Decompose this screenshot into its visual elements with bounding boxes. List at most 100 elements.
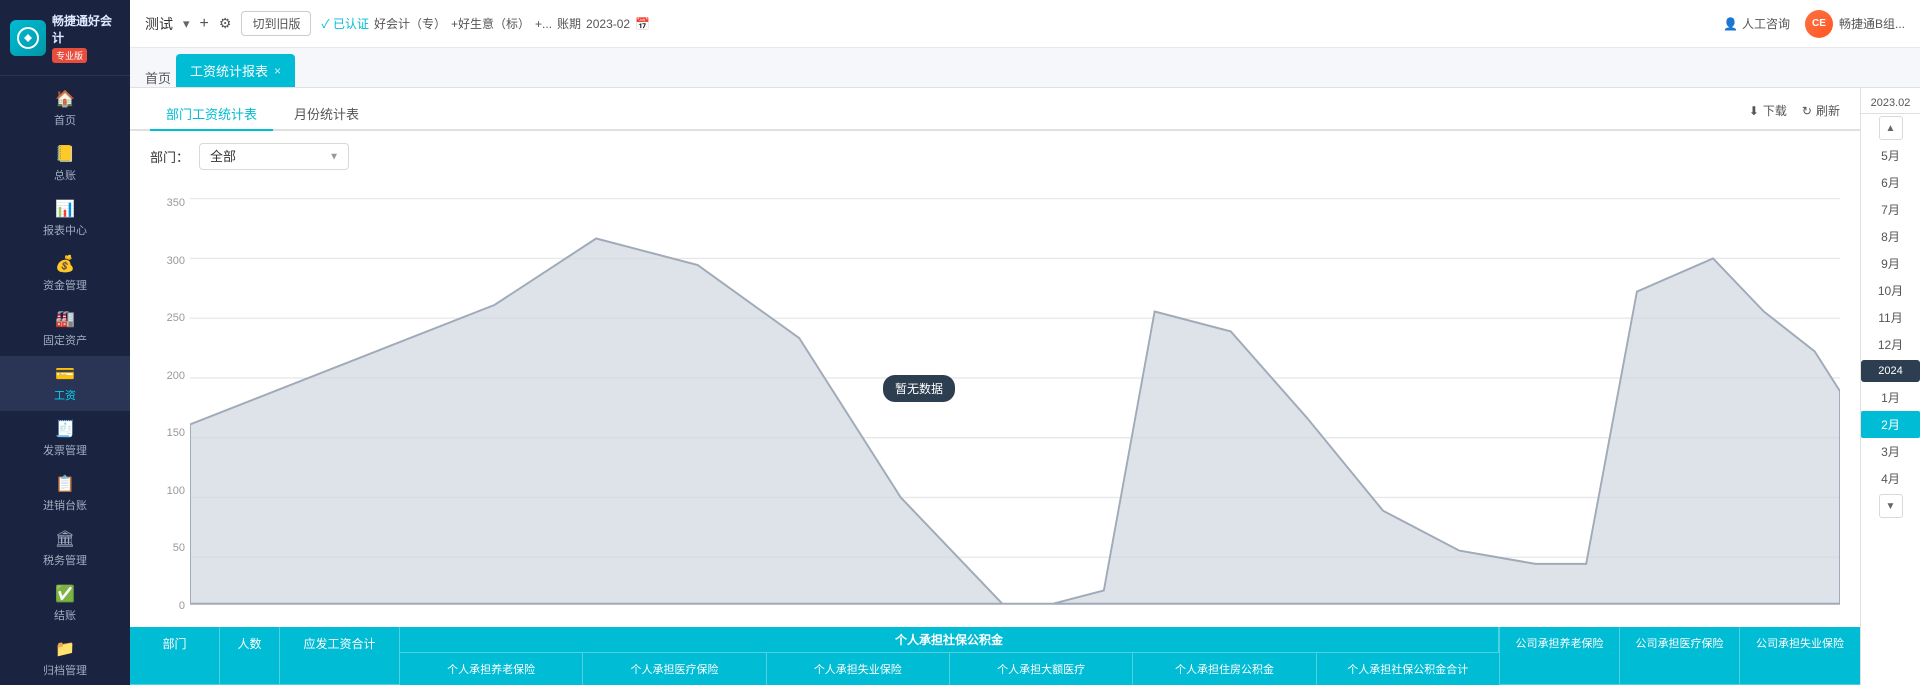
topbar-dropdown[interactable]: ▾ bbox=[183, 16, 190, 32]
add-button[interactable]: + bbox=[200, 15, 209, 33]
sidebar-item-label: 归档管理 bbox=[43, 662, 87, 678]
th-personal-medical: 个人承担医疗保险 bbox=[583, 653, 766, 685]
y-label-100: 100 bbox=[150, 485, 190, 497]
department-select[interactable]: 全部 财务部 销售部 技术部 bbox=[199, 143, 349, 170]
date-item-aug[interactable]: 8月 bbox=[1861, 223, 1920, 250]
biz-tag: +好生意（标） bbox=[451, 15, 530, 32]
ledger-icon: 📒 bbox=[55, 144, 75, 164]
tab-bar: 首页 工资统计报表 × bbox=[130, 48, 1920, 88]
th-personal-major-medical: 个人承担大额医疗 bbox=[950, 653, 1133, 685]
sidebar-item-home[interactable]: 🏠 首页 bbox=[0, 81, 130, 136]
date-item-jun[interactable]: 6月 bbox=[1861, 169, 1920, 196]
y-label-50: 50 bbox=[150, 542, 190, 554]
sidebar: 畅捷通好会计 专业版 🏠 首页 📒 总账 📊 报表中心 💰 资金管理 🏭 固定资… bbox=[0, 0, 130, 685]
add-icon: + bbox=[200, 15, 209, 33]
sidebar-item-tax[interactable]: 🏛 税务管理 bbox=[0, 521, 130, 576]
y-axis: 350 300 250 200 150 100 50 0 bbox=[150, 192, 190, 617]
calendar-icon[interactable]: 📅 bbox=[635, 17, 650, 31]
sidebar-nav: 🏠 首页 📒 总账 📊 报表中心 💰 资金管理 🏭 固定资产 💳 工资 🧾 发票… bbox=[0, 76, 130, 685]
date-panel: 2023.02 ▲ 5月 6月 7月 8月 9月 10月 11月 12月 202… bbox=[1860, 88, 1920, 685]
refresh-button[interactable]: ↻ 刷新 bbox=[1802, 102, 1840, 119]
date-item-oct[interactable]: 10月 bbox=[1861, 277, 1920, 304]
chart-container: 350 300 250 200 150 100 50 0 bbox=[150, 192, 1840, 617]
y-label-300: 300 bbox=[150, 255, 190, 267]
sidebar-item-label: 资金管理 bbox=[43, 277, 87, 293]
sub-tabs: 部门工资统计表 月份统计表 ⬇ 下载 ↻ 刷新 bbox=[130, 88, 1860, 131]
sidebar-item-reports[interactable]: 📊 报表中心 bbox=[0, 191, 130, 246]
date-item-may[interactable]: 5月 bbox=[1861, 142, 1920, 169]
archive-icon: 📁 bbox=[55, 639, 75, 659]
table-header: 部门 人数 应发工资合计 个人承担社保公积金 bbox=[130, 627, 1860, 685]
sidebar-item-label: 工资 bbox=[54, 387, 76, 403]
topbar-right: 👤 人工咨询 CE 畅捷通B组... bbox=[1723, 10, 1905, 38]
th-personal-pension: 个人承担养老保险 bbox=[400, 653, 583, 685]
y-label-250: 250 bbox=[150, 312, 190, 324]
table-header-row: 部门 人数 应发工资合计 个人承担社保公积金 bbox=[130, 627, 1860, 685]
sidebar-item-sales[interactable]: 📋 进销台账 bbox=[0, 466, 130, 521]
chart-svg-wrapper: 暂无数据 bbox=[190, 192, 1840, 617]
y-label-150: 150 bbox=[150, 427, 190, 439]
topbar-settings-button[interactable]: ⚙ bbox=[219, 15, 232, 32]
topbar-settings-icon: ⚙ bbox=[219, 15, 232, 32]
th-company-medical: 公司承担医疗保险 bbox=[1620, 627, 1740, 685]
sidebar-item-salary[interactable]: 💳 工资 bbox=[0, 356, 130, 411]
service-label: 人工咨询 bbox=[1742, 15, 1790, 32]
th-company-unemployment: 公司承担失业保险 bbox=[1740, 627, 1860, 685]
invoice-icon: 🧾 bbox=[55, 419, 75, 439]
sidebar-item-label: 发票管理 bbox=[43, 442, 87, 458]
reports-icon: 📊 bbox=[55, 199, 75, 219]
date-down-button[interactable]: ▼ bbox=[1879, 494, 1903, 518]
download-icon: ⬇ bbox=[1749, 104, 1759, 118]
tab-department[interactable]: 部门工资统计表 bbox=[150, 98, 273, 131]
sidebar-item-label: 结账 bbox=[54, 607, 76, 623]
date-item-sep[interactable]: 9月 bbox=[1861, 250, 1920, 277]
date-item-dec[interactable]: 12月 bbox=[1861, 331, 1920, 358]
switch-version-button[interactable]: 切到旧版 bbox=[241, 11, 311, 36]
date-item-jul[interactable]: 7月 bbox=[1861, 196, 1920, 223]
sidebar-item-label: 报表中心 bbox=[43, 222, 87, 238]
sidebar-item-funds[interactable]: 💰 资金管理 bbox=[0, 246, 130, 301]
date-item-jan[interactable]: 1月 bbox=[1861, 384, 1920, 411]
app-badge: 专业版 bbox=[52, 48, 87, 63]
th-group-personal: 个人承担社保公积金 个人承担养老保险 个人承担医疗保险 个人承担失业保险 bbox=[400, 627, 1500, 685]
sub-tab-actions: ⬇ 下载 ↻ 刷新 bbox=[1749, 102, 1840, 125]
sidebar-item-assets[interactable]: 🏭 固定资产 bbox=[0, 301, 130, 356]
service-button[interactable]: 👤 人工咨询 bbox=[1723, 15, 1790, 32]
date-item-feb-active[interactable]: 2月 bbox=[1861, 411, 1920, 438]
date-item-mar[interactable]: 3月 bbox=[1861, 438, 1920, 465]
th-personal-unemployment: 个人承担失业保险 bbox=[767, 653, 950, 685]
topbar: 测试 ▾ + ⚙ 切到旧版 ✓ 已认证 好会计（专） +好生意（标） +... … bbox=[130, 0, 1920, 48]
sidebar-item-ledger[interactable]: 📒 总账 bbox=[0, 136, 130, 191]
app-logo: 畅捷通好会计 专业版 bbox=[0, 0, 130, 76]
sidebar-item-archive[interactable]: 📁 归档管理 bbox=[0, 631, 130, 685]
salary-icon: 💳 bbox=[55, 364, 75, 384]
th-company-pension: 公司承担养老保险 bbox=[1500, 627, 1620, 685]
y-label-200: 200 bbox=[150, 370, 190, 382]
date-item-apr[interactable]: 4月 bbox=[1861, 465, 1920, 492]
service-icon: 👤 bbox=[1723, 17, 1738, 31]
period-value: 2023-02 bbox=[586, 17, 630, 31]
tab-salary-report[interactable]: 工资统计报表 × bbox=[176, 54, 295, 87]
page-content: 部门工资统计表 月份统计表 ⬇ 下载 ↻ 刷新 部门： bbox=[130, 88, 1920, 685]
date-item-nov[interactable]: 11月 bbox=[1861, 304, 1920, 331]
date-up-button[interactable]: ▲ bbox=[1879, 116, 1903, 140]
sidebar-item-label: 税务管理 bbox=[43, 552, 87, 568]
sidebar-item-label: 进销台账 bbox=[43, 497, 87, 513]
main-content: 测试 ▾ + ⚙ 切到旧版 ✓ 已认证 好会计（专） +好生意（标） +... … bbox=[130, 0, 1920, 685]
user-name: 畅捷通B组... bbox=[1839, 15, 1905, 32]
th-headcount: 人数 bbox=[220, 627, 280, 685]
sidebar-item-settlement[interactable]: ✅ 结账 bbox=[0, 576, 130, 631]
verified-tag: ✓ 已认证 bbox=[321, 15, 369, 32]
user-profile[interactable]: CE 畅捷通B组... bbox=[1805, 10, 1905, 38]
download-button[interactable]: ⬇ 下载 bbox=[1749, 102, 1787, 119]
dropdown-icon: ▾ bbox=[183, 16, 190, 32]
logo-icon bbox=[10, 20, 46, 56]
y-label-0: 0 bbox=[150, 600, 190, 612]
tab-home[interactable]: 首页 bbox=[145, 68, 171, 87]
sidebar-item-invoice[interactable]: 🧾 发票管理 bbox=[0, 411, 130, 466]
tab-monthly[interactable]: 月份统计表 bbox=[278, 98, 375, 131]
accounting-tag: 好会计（专） bbox=[374, 15, 446, 32]
y-label-350: 350 bbox=[150, 197, 190, 209]
tab-close-icon[interactable]: × bbox=[274, 64, 281, 78]
date-year-label: 2023.02 bbox=[1861, 93, 1920, 114]
